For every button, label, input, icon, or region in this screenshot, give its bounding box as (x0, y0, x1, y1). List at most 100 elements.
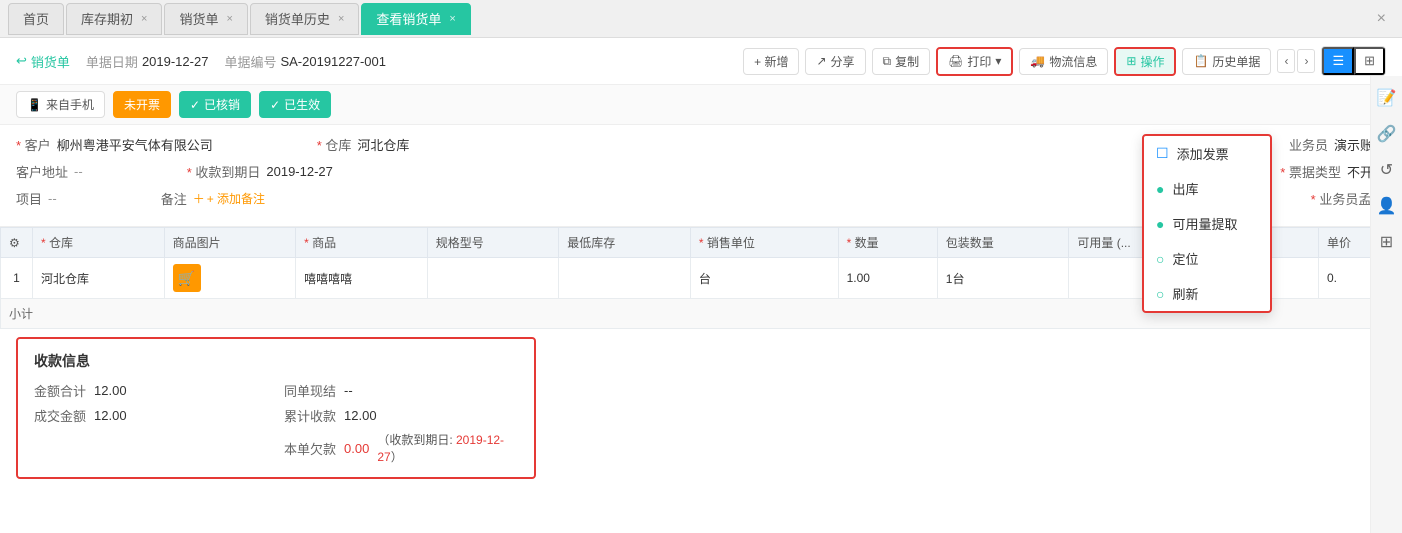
warehouse-value: 河北仓库 (357, 135, 409, 154)
col-sales-unit: * 销售单位 (690, 228, 838, 258)
address-value: -- (74, 164, 83, 179)
tab-inventory-init-close[interactable]: × (141, 13, 147, 25)
tab-sales-history[interactable]: 销货单历史 × (250, 3, 359, 35)
share-button[interactable]: ↗ 分享 (805, 48, 865, 75)
customer-value: 柳州粤港平安气体有限公司 (57, 135, 213, 154)
due-date-field: 收款到期日 2019-12-27 (187, 162, 333, 181)
right-table-icon[interactable]: ⊞ (1373, 228, 1401, 256)
amount-total-item: 金额合计 12.00 (34, 381, 268, 400)
available-qty-item[interactable]: ● 可用量提取 (1144, 206, 1270, 241)
row-product: 嘻嘻嘻嘻 (296, 258, 428, 299)
doc-date-field: 单据日期 2019-12-27 (86, 52, 209, 71)
print-button[interactable]: 🖨 打印 ▾ (936, 47, 1013, 76)
right-user-icon[interactable]: 👤 (1373, 192, 1401, 220)
doc-type-icon: ↩ (16, 53, 27, 69)
amount-total-value: 12.00 (94, 383, 127, 398)
same-order-item: 同单现结 -- (284, 381, 518, 400)
sold-button[interactable]: ✓ 已核销 (179, 91, 251, 118)
effective-button[interactable]: ✓ 已生效 (259, 91, 331, 118)
deal-amount-item: 成交金额 12.00 (34, 406, 268, 425)
col-warehouse: * 仓库 (33, 228, 165, 258)
product-image: 🛒 (173, 264, 201, 292)
row-spec (427, 258, 559, 299)
tab-sales-order-close[interactable]: × (226, 13, 232, 25)
nav-arrows: ‹ › (1277, 49, 1315, 73)
same-order-value: -- (344, 383, 353, 398)
share-icon: ↗ (816, 54, 826, 68)
project-field: 项目 -- (16, 189, 57, 208)
effective-icon: ✓ (270, 98, 280, 112)
print-label: 打印 (967, 53, 991, 70)
doc-number-value: SA-20191227-001 (280, 54, 386, 69)
not-opened-button[interactable]: 未开票 (113, 91, 171, 118)
from-phone-label: 来自手机 (46, 96, 94, 113)
cumulative-label: 累计收款 (284, 406, 336, 425)
project-value: -- (48, 191, 57, 206)
print-icon: 🖨 (948, 54, 963, 68)
outbound-icon: ● (1156, 181, 1164, 197)
locate-label: 定位 (1172, 249, 1198, 268)
collection-title: 收款信息 (34, 351, 518, 371)
right-panel: 📝 🔗 ↺ 👤 ⊞ ⛶ (1370, 76, 1402, 533)
col-spec: 规格型号 (427, 228, 559, 258)
new-button[interactable]: + 新增 (743, 48, 799, 75)
prev-button[interactable]: ‹ (1277, 49, 1295, 73)
address-field: 客户地址 -- (16, 162, 83, 181)
tab-home[interactable]: 首页 (8, 3, 64, 35)
staff-label: 业务员 (1289, 135, 1328, 154)
history-button[interactable]: 📋 历史单据 (1182, 48, 1271, 75)
tab-sales-order-label: 销货单 (179, 9, 218, 28)
from-phone-button[interactable]: 📱 来自手机 (16, 91, 105, 118)
overdue-value: 0.00 (344, 441, 369, 456)
logistics-label: 物流信息 (1049, 53, 1097, 70)
dropdown-menu: ☐ 添加发票 ● 出库 ● 可用量提取 ○ 定位 ○ 刷新 (1142, 134, 1272, 313)
collection-box: 收款信息 金额合计 12.00 同单现结 -- 成交金额 12.00 累计收款 … (16, 337, 536, 479)
cumulative-value: 12.00 (344, 408, 377, 423)
operation-icon: ⊞ (1126, 54, 1136, 68)
check-icon: ✓ (190, 98, 200, 112)
deal-amount-label: 成交金额 (34, 406, 86, 425)
doc-type-label: 销货单 (31, 52, 70, 71)
tab-sales-history-close[interactable]: × (338, 13, 344, 25)
note-field: 备注 ＋ + 添加备注 (161, 189, 265, 208)
add-note-icon: ＋ (193, 190, 205, 207)
new-label: + 新增 (754, 53, 788, 70)
tab-bar: 首页 库存期初 × 销货单 × 销货单历史 × 查看销货单 × × (0, 0, 1402, 38)
outbound-item[interactable]: ● 出库 (1144, 171, 1270, 206)
doc-meta: 单据日期 2019-12-27 单据编号 SA-20191227-001 (86, 52, 743, 71)
row-min-stock (559, 258, 691, 299)
right-note-icon[interactable]: 📝 (1373, 84, 1401, 112)
collection-grid: 金额合计 12.00 同单现结 -- 成交金额 12.00 累计收款 12.00… (34, 381, 518, 465)
right-link-icon[interactable]: 🔗 (1373, 120, 1401, 148)
window-close-button[interactable]: × (1369, 6, 1394, 32)
available-qty-label: 可用量提取 (1172, 214, 1237, 233)
customer-field: 客户 柳州粤港平安气体有限公司 (16, 135, 213, 154)
tab-view-sales[interactable]: 查看销货单 × (361, 3, 470, 35)
col-pack-qty: 包装数量 (937, 228, 1069, 258)
action-bar: 📱 来自手机 未开票 ✓ 已核销 ✓ 已生效 (0, 85, 1402, 125)
logistics-button[interactable]: 🚚 物流信息 (1019, 48, 1108, 75)
add-note-button[interactable]: ＋ + 添加备注 (193, 190, 265, 207)
tab-view-sales-close[interactable]: × (449, 13, 455, 25)
right-refresh-icon[interactable]: ↺ (1373, 156, 1401, 184)
next-button[interactable]: › (1297, 49, 1315, 73)
outbound-label: 出库 (1172, 179, 1198, 198)
tab-inventory-init[interactable]: 库存期初 × (66, 3, 162, 35)
locate-icon: ○ (1156, 251, 1164, 267)
operation-button[interactable]: ⊞ 操作 (1114, 47, 1176, 76)
col-product-img: 商品图片 (164, 228, 296, 258)
col-settings[interactable]: ⚙ (1, 228, 33, 258)
copy-button[interactable]: ⧉ 复制 (872, 48, 931, 75)
copy-label: 复制 (895, 53, 919, 70)
tab-sales-order[interactable]: 销货单 × (164, 3, 247, 35)
tab-sales-history-label: 销货单历史 (265, 9, 330, 28)
add-invoice-item[interactable]: ☐ 添加发票 (1144, 136, 1270, 171)
doc-type-badge: ↩ 销货单 (16, 52, 70, 71)
row-quantity: 1.00 (838, 258, 937, 299)
list-view-button[interactable]: ☰ (1322, 47, 1354, 75)
view-toggle: ☰ ⊞ (1321, 46, 1386, 76)
refresh-item[interactable]: ○ 刷新 (1144, 276, 1270, 311)
locate-item[interactable]: ○ 定位 (1144, 241, 1270, 276)
grid-view-button[interactable]: ⊞ (1354, 47, 1385, 75)
add-invoice-label: 添加发票 (1177, 144, 1229, 163)
